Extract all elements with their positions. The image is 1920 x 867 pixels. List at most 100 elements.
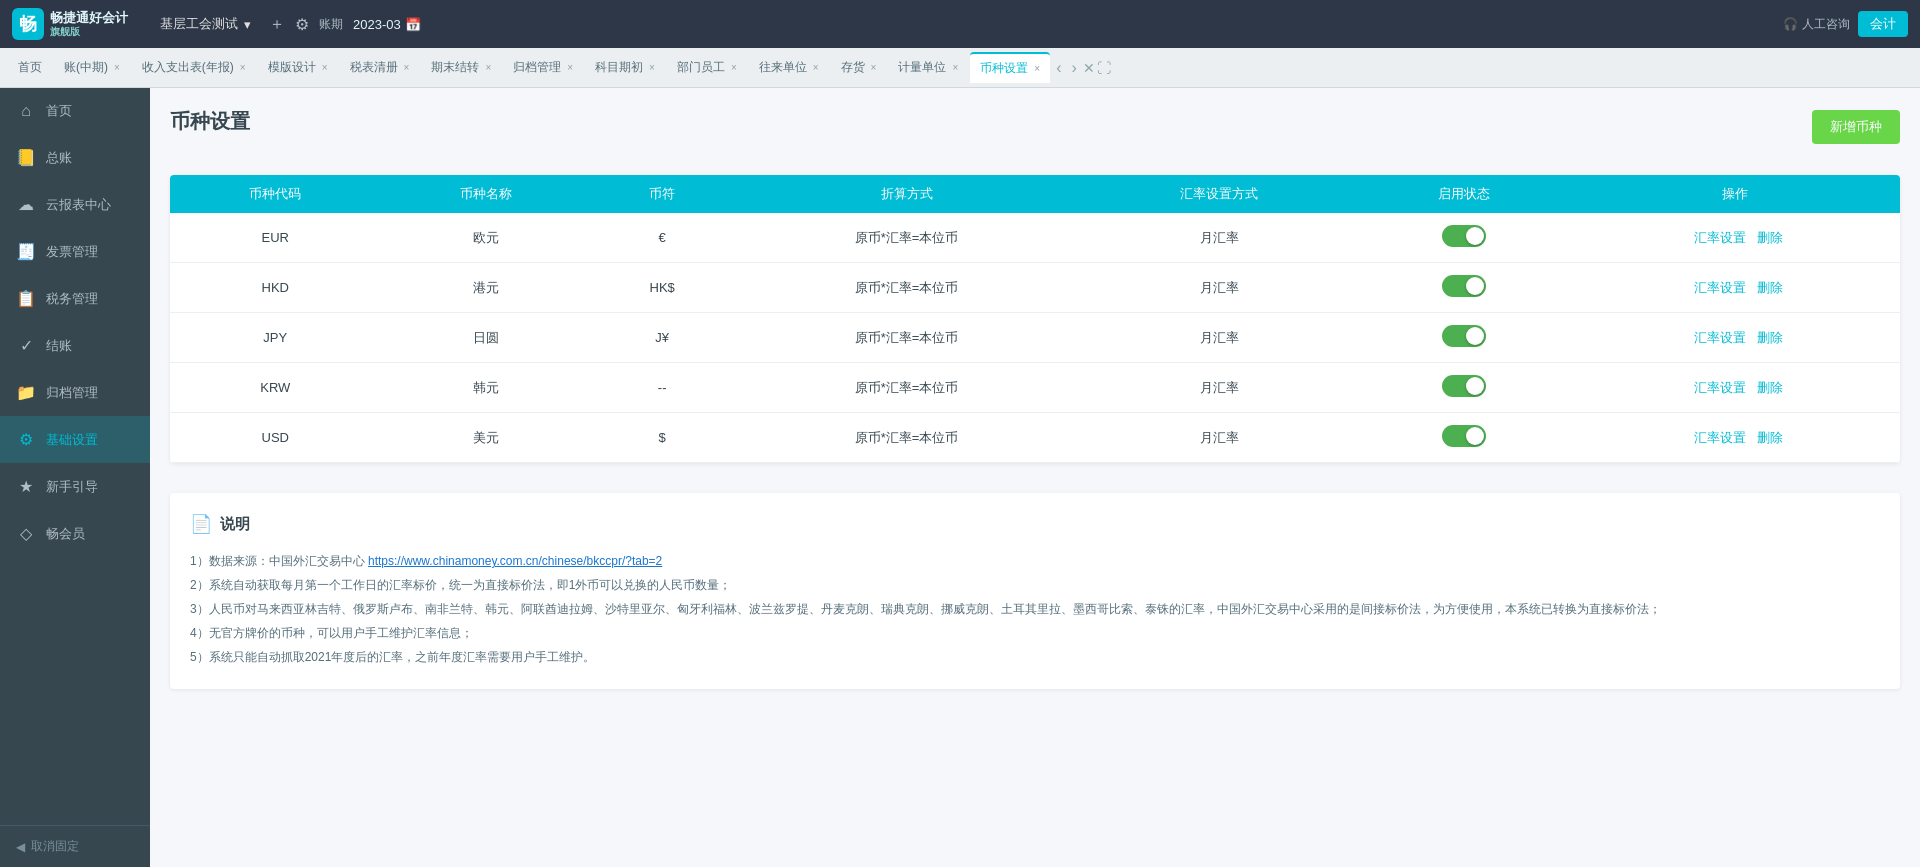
calendar-icon[interactable]: 📅: [405, 17, 421, 32]
app-name: 畅捷通好会计: [50, 10, 128, 26]
rate-settings-link-krw[interactable]: 汇率设置: [1694, 380, 1746, 395]
cell-name: 欧元: [381, 213, 592, 263]
currency-table: 币种代码 币种名称 币符 折算方式 汇率设置方式 启用状态 操作 EUR 欧元 …: [170, 175, 1900, 463]
sidebar-item-settings[interactable]: ⚙ 基础设置: [0, 416, 150, 463]
cell-method: 原币*汇率=本位币: [733, 313, 1080, 363]
new-currency-button[interactable]: 新增币种: [1812, 110, 1900, 144]
tab-next-btn[interactable]: ›: [1067, 57, 1080, 79]
tab-subjects[interactable]: 科目期初 ×: [585, 53, 665, 82]
help-button[interactable]: 🎧 人工咨询: [1783, 16, 1850, 33]
tab-dept[interactable]: 部门员工 ×: [667, 53, 747, 82]
tab-template[interactable]: 模版设计 ×: [258, 53, 338, 82]
rate-settings-link-hkd[interactable]: 汇率设置: [1694, 280, 1746, 295]
sidebar-item-label: 总账: [46, 149, 72, 167]
toggle-krw[interactable]: [1442, 375, 1486, 397]
ledger-icon: 📒: [16, 148, 36, 167]
tab-tax[interactable]: 税表清册 ×: [340, 53, 420, 82]
sidebar-item-invoice[interactable]: 🧾 发票管理: [0, 228, 150, 275]
period-value: 2023-03 📅: [353, 17, 421, 32]
delete-link-hkd[interactable]: 删除: [1757, 280, 1783, 295]
top-bar-actions: 🎧 人工咨询 会计: [1783, 11, 1908, 37]
account-button[interactable]: 会计: [1858, 11, 1908, 37]
tab-close-icon[interactable]: ×: [952, 62, 958, 73]
top-bar: 畅 畅捷通好会计 旗舰版 基层工会测试 ▾ ＋ ⚙ 账期 2023-03 📅 🎧…: [0, 0, 1920, 48]
toggle-usd[interactable]: [1442, 425, 1486, 447]
notes-title-text: 说明: [220, 515, 250, 534]
sidebar-item-ledger[interactable]: 📒 总账: [0, 134, 150, 181]
notes-item-4: 4）无官方牌价的币种，可以用户手工维护汇率信息；: [190, 621, 1880, 645]
delete-link-jpy[interactable]: 删除: [1757, 330, 1783, 345]
delete-link-eur[interactable]: 删除: [1757, 230, 1783, 245]
checkout-icon: ✓: [16, 336, 36, 355]
tab-close-icon[interactable]: ×: [404, 62, 410, 73]
tab-income[interactable]: 收入支出表(年报) ×: [132, 53, 256, 82]
tab-zhangzhongqi[interactable]: 账(中期) ×: [54, 53, 130, 82]
toggle-thumb: [1466, 227, 1484, 245]
toggle-thumb: [1466, 327, 1484, 345]
tab-prev-btn[interactable]: ‹: [1052, 57, 1065, 79]
tab-close-icon[interactable]: ×: [114, 62, 120, 73]
tab-close-icon[interactable]: ×: [322, 62, 328, 73]
tab-close-icon[interactable]: ×: [731, 62, 737, 73]
toggle-track: [1442, 225, 1486, 247]
tab-units[interactable]: 计量单位 ×: [888, 53, 968, 82]
tab-period-end[interactable]: 期末结转 ×: [421, 53, 501, 82]
sidebar-item-label: 新手引导: [46, 478, 98, 496]
tab-currency[interactable]: 币种设置 ×: [970, 52, 1050, 83]
notes-title: 📄 说明: [190, 513, 1880, 535]
sidebar-item-archive[interactable]: 📁 归档管理: [0, 369, 150, 416]
col-name: 币种名称: [381, 175, 592, 213]
tab-label: 计量单位: [898, 59, 946, 76]
sidebar-item-reports[interactable]: ☁ 云报表中心: [0, 181, 150, 228]
sidebar-pin-toggle[interactable]: ◀ 取消固定: [0, 825, 150, 867]
company-selector[interactable]: 基层工会测试 ▾: [152, 11, 259, 37]
tab-close-icon[interactable]: ×: [649, 62, 655, 73]
add-button[interactable]: ＋: [269, 14, 285, 35]
tab-label: 期末结转: [431, 59, 479, 76]
sidebar-item-guide[interactable]: ★ 新手引导: [0, 463, 150, 510]
tab-close-icon[interactable]: ×: [485, 62, 491, 73]
cell-code: USD: [170, 413, 381, 463]
sidebar-item-member[interactable]: ◇ 畅会员: [0, 510, 150, 557]
sidebar-menu: ⌂ 首页 📒 总账 ☁ 云报表中心 🧾 发票管理 📋 税务管理 ✓ 结账: [0, 88, 150, 825]
toggle-hkd[interactable]: [1442, 275, 1486, 297]
rate-settings-link-usd[interactable]: 汇率设置: [1694, 430, 1746, 445]
tab-clients[interactable]: 往来单位 ×: [749, 53, 829, 82]
tab-close-icon[interactable]: ×: [871, 62, 877, 73]
app-logo-icon: 畅: [12, 8, 44, 40]
rate-settings-link-eur[interactable]: 汇率设置: [1694, 230, 1746, 245]
tab-close-icon[interactable]: ×: [813, 62, 819, 73]
tab-close-icon[interactable]: ×: [1034, 63, 1040, 74]
delete-link-usd[interactable]: 删除: [1757, 430, 1783, 445]
table-row: HKD 港元 HK$ 原币*汇率=本位币 月汇率 汇率设置: [170, 263, 1900, 313]
tab-archive[interactable]: 归档管理 ×: [503, 53, 583, 82]
cell-symbol: $: [591, 413, 733, 463]
toggle-jpy[interactable]: [1442, 325, 1486, 347]
tab-close-icon[interactable]: ×: [567, 62, 573, 73]
settings-icon[interactable]: ⚙: [295, 15, 309, 34]
sidebar-item-label: 云报表中心: [46, 196, 111, 214]
cell-name: 美元: [381, 413, 592, 463]
sidebar-item-checkout[interactable]: ✓ 结账: [0, 322, 150, 369]
tab-inventory[interactable]: 存货 ×: [831, 53, 887, 82]
notes-link[interactable]: https://www.chinamoney.com.cn/chinese/bk…: [368, 554, 662, 568]
tab-close-all-btn[interactable]: ✕: [1083, 60, 1095, 76]
home-icon: ⌂: [16, 102, 36, 120]
sidebar-item-tax[interactable]: 📋 税务管理: [0, 275, 150, 322]
notes-item-3: 3）人民币对马来西亚林吉特、俄罗斯卢布、南非兰特、韩元、阿联酋迪拉姆、沙特里亚尔…: [190, 597, 1880, 621]
pin-icon: ◀: [16, 840, 25, 854]
sidebar-item-home[interactable]: ⌂ 首页: [0, 88, 150, 134]
tab-close-icon[interactable]: ×: [240, 62, 246, 73]
tab-home[interactable]: 首页: [8, 53, 52, 82]
toggle-eur[interactable]: [1442, 225, 1486, 247]
notes-item-1: 1）数据来源：中国外汇交易中心 https://www.chinamoney.c…: [190, 549, 1880, 573]
delete-link-krw[interactable]: 删除: [1757, 380, 1783, 395]
dropdown-icon: ▾: [244, 17, 251, 32]
rate-settings-link-jpy[interactable]: 汇率设置: [1694, 330, 1746, 345]
cell-name: 韩元: [381, 363, 592, 413]
cell-toggle: [1359, 413, 1570, 463]
tab-label: 首页: [18, 59, 42, 76]
cell-actions: 汇率设置 删除: [1569, 413, 1900, 463]
tab-expand-btn[interactable]: ⛶: [1097, 60, 1111, 76]
notes-item-5: 5）系统只能自动抓取2021年度后的汇率，之前年度汇率需要用户手工维护。: [190, 645, 1880, 669]
